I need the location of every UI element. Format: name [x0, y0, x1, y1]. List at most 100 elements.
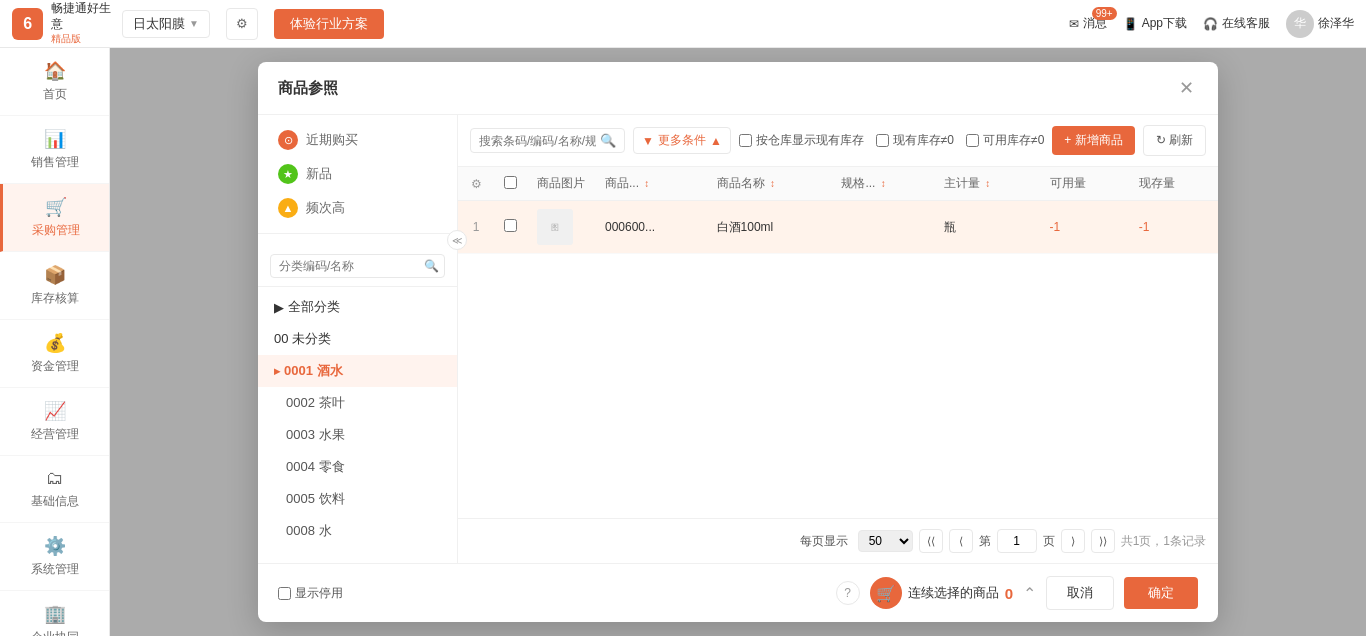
th-product-name[interactable]: 商品名称 ↕	[707, 167, 832, 201]
branch-selector[interactable]: 日太阳膜 ▼	[122, 10, 210, 38]
existing-stock-checkbox[interactable]: 现有库存≠0	[876, 132, 954, 149]
cart-collapse-button[interactable]: ⌃	[1023, 584, 1036, 603]
product-search-icon[interactable]: 🔍	[600, 133, 616, 148]
page-info: 共1页，1条记录	[1121, 533, 1206, 550]
category-search-input[interactable]	[270, 254, 445, 278]
page-number-input[interactable]	[997, 529, 1037, 553]
th-product-code[interactable]: 商品... ↕	[595, 167, 707, 201]
sidebar-item-system[interactable]: ⚙️ 系统管理	[0, 523, 109, 591]
new-icon: ★	[278, 164, 298, 184]
cat-item-all[interactable]: ▶ 全部分类	[258, 291, 457, 323]
available-stock-checkbox[interactable]: 可用库存≠0	[966, 132, 1044, 149]
td-available: -1	[1040, 201, 1129, 254]
message-icon: ✉	[1069, 17, 1079, 31]
last-page-button[interactable]: ⟩⟩	[1091, 529, 1115, 553]
logo-text: 畅捷通好生意	[51, 1, 122, 32]
settings-button[interactable]: ⚙	[226, 8, 258, 40]
panel-collapse-button[interactable]: ≪	[447, 230, 467, 250]
product-table: ⚙ 商品图片 商品... ↕ 商品名称 ↕ 规格... ↕	[458, 167, 1218, 254]
quick-item-new[interactable]: ★ 新品	[270, 157, 445, 191]
cart-area[interactable]: 🛒 连续选择的商品 0	[870, 577, 1013, 609]
confirm-button[interactable]: 确定	[1124, 577, 1198, 609]
th-product-spec[interactable]: 规格... ↕	[831, 167, 934, 201]
quick-item-recent[interactable]: ⊙ 近期购买	[270, 123, 445, 157]
action-buttons: + 新增商品 ↻ 刷新	[1052, 125, 1206, 156]
avatar: 华	[1286, 10, 1314, 38]
refresh-button[interactable]: ↻ 刷新	[1143, 125, 1206, 156]
th-available: 可用量	[1040, 167, 1129, 201]
product-search-bar: 🔍 ▼ 更多条件 ▲ 按仓库显示现有库存	[458, 115, 1218, 167]
header-right: ✉ 消息 99+ 📱 App下载 🎧 在线客服 华 徐泽华	[1069, 10, 1354, 38]
inventory-icon: 📦	[44, 264, 66, 286]
sidebar-item-purchase[interactable]: 🛒 采购管理	[0, 184, 109, 252]
td-product-spec	[831, 201, 934, 254]
sidebar-item-home[interactable]: 🏠 首页	[0, 48, 109, 116]
sidebar-item-enterprise[interactable]: 🏢 企业协同	[0, 591, 109, 636]
home-icon: 🏠	[44, 60, 66, 82]
cat-item-c0002[interactable]: 0002 茶叶	[258, 387, 457, 419]
enterprise-icon: 🏢	[44, 603, 66, 625]
cat-item-c0003[interactable]: 0003 水果	[258, 419, 457, 451]
row-checkbox[interactable]	[504, 219, 517, 232]
modal-body: ⊙ 近期购买 ★ 新品 ▲ 频次高	[258, 115, 1218, 563]
branch-arrow-icon: ▼	[189, 18, 199, 29]
messages-button[interactable]: ✉ 消息 99+	[1069, 15, 1107, 32]
sidebar-item-base[interactable]: 🗂 基础信息	[0, 456, 109, 523]
cat-item-c0004[interactable]: 0004 零食	[258, 451, 457, 483]
category-list: ▶ 全部分类 00 未分类 ▶ 0001 酒水 0002 茶	[258, 287, 457, 555]
active-arrow-icon: ▶	[274, 367, 280, 376]
product-search-wrap: 🔍	[470, 128, 625, 153]
td-checkbox[interactable]	[494, 201, 527, 254]
category-search-icon[interactable]: 🔍	[424, 259, 439, 273]
select-all-checkbox[interactable]	[504, 176, 517, 189]
warehouse-filter-checkbox[interactable]: 按仓库显示现有库存	[739, 132, 864, 149]
sidebar-item-inventory[interactable]: 📦 库存核算	[0, 252, 109, 320]
cancel-button[interactable]: 取消	[1046, 576, 1114, 610]
product-search-input[interactable]	[479, 134, 596, 148]
system-icon: ⚙️	[44, 535, 66, 557]
prev-page-button[interactable]: ⟨	[949, 529, 973, 553]
th-unit[interactable]: 主计量 ↕	[934, 167, 1040, 201]
product-table-wrap: ⚙ 商品图片 商品... ↕ 商品名称 ↕ 规格... ↕	[458, 167, 1218, 518]
online-service-button[interactable]: 🎧 在线客服	[1203, 15, 1270, 32]
pagination: 每页显示 20 50 100 ⟨⟨ ⟨ 第 页 ⟩	[458, 518, 1218, 563]
table-header-row: ⚙ 商品图片 商品... ↕ 商品名称 ↕ 规格... ↕	[458, 167, 1218, 201]
footer-left: 显示停用	[278, 585, 343, 602]
table-row[interactable]: 1 图	[458, 201, 1218, 254]
td-product-img: 图	[527, 201, 595, 254]
mobile-icon: 📱	[1123, 17, 1138, 31]
cat-item-c0010[interactable]: 0010 家电	[258, 547, 457, 555]
help-button[interactable]: ?	[836, 581, 860, 605]
purchase-icon: 🛒	[45, 196, 67, 218]
cat-item-c0008[interactable]: 0008 水	[258, 515, 457, 547]
cat-item-c00[interactable]: 00 未分类	[258, 323, 457, 355]
first-page-button[interactable]: ⟨⟨	[919, 529, 943, 553]
next-page-button[interactable]: ⟩	[1061, 529, 1085, 553]
sidebar-item-finance[interactable]: 💰 资金管理	[0, 320, 109, 388]
add-product-button[interactable]: + 新增商品	[1052, 126, 1134, 155]
cat-item-c0005[interactable]: 0005 饮料	[258, 483, 457, 515]
cat-item-c0001[interactable]: ▶ 0001 酒水	[258, 355, 457, 387]
th-settings: ⚙	[458, 167, 494, 201]
cart-icon: 🛒	[870, 577, 902, 609]
app-download-button[interactable]: 📱 App下载	[1123, 15, 1187, 32]
modal-close-button[interactable]: ✕	[1174, 76, 1198, 100]
footer-right: ? 🛒 连续选择的商品 0 ⌃ 取消 确定	[836, 576, 1198, 610]
more-filters-button[interactable]: ▼ 更多条件 ▲	[633, 127, 731, 154]
trial-button[interactable]: 体验行业方案	[274, 9, 384, 39]
page-size-select[interactable]: 20 50 100	[858, 530, 913, 552]
modal-header: 商品参照 ✕	[258, 62, 1218, 115]
sidebar-item-business[interactable]: 📈 经营管理	[0, 388, 109, 456]
show-disabled-checkbox[interactable]: 显示停用	[278, 585, 343, 602]
logo-icon: 6	[12, 8, 43, 40]
business-icon: 📈	[44, 400, 66, 422]
th-select-all[interactable]	[494, 167, 527, 201]
filter-checkboxes: 按仓库显示现有库存 现有库存≠0 可用库存≠0	[739, 132, 1045, 149]
user-area[interactable]: 华 徐泽华	[1286, 10, 1354, 38]
message-badge: 99+	[1092, 7, 1117, 20]
base-icon: 🗂	[46, 468, 64, 489]
column-settings-icon[interactable]: ⚙	[471, 177, 482, 191]
modal-title: 商品参照	[278, 79, 338, 98]
sidebar-item-sales[interactable]: 📊 销售管理	[0, 116, 109, 184]
quick-item-freq[interactable]: ▲ 频次高	[270, 191, 445, 225]
